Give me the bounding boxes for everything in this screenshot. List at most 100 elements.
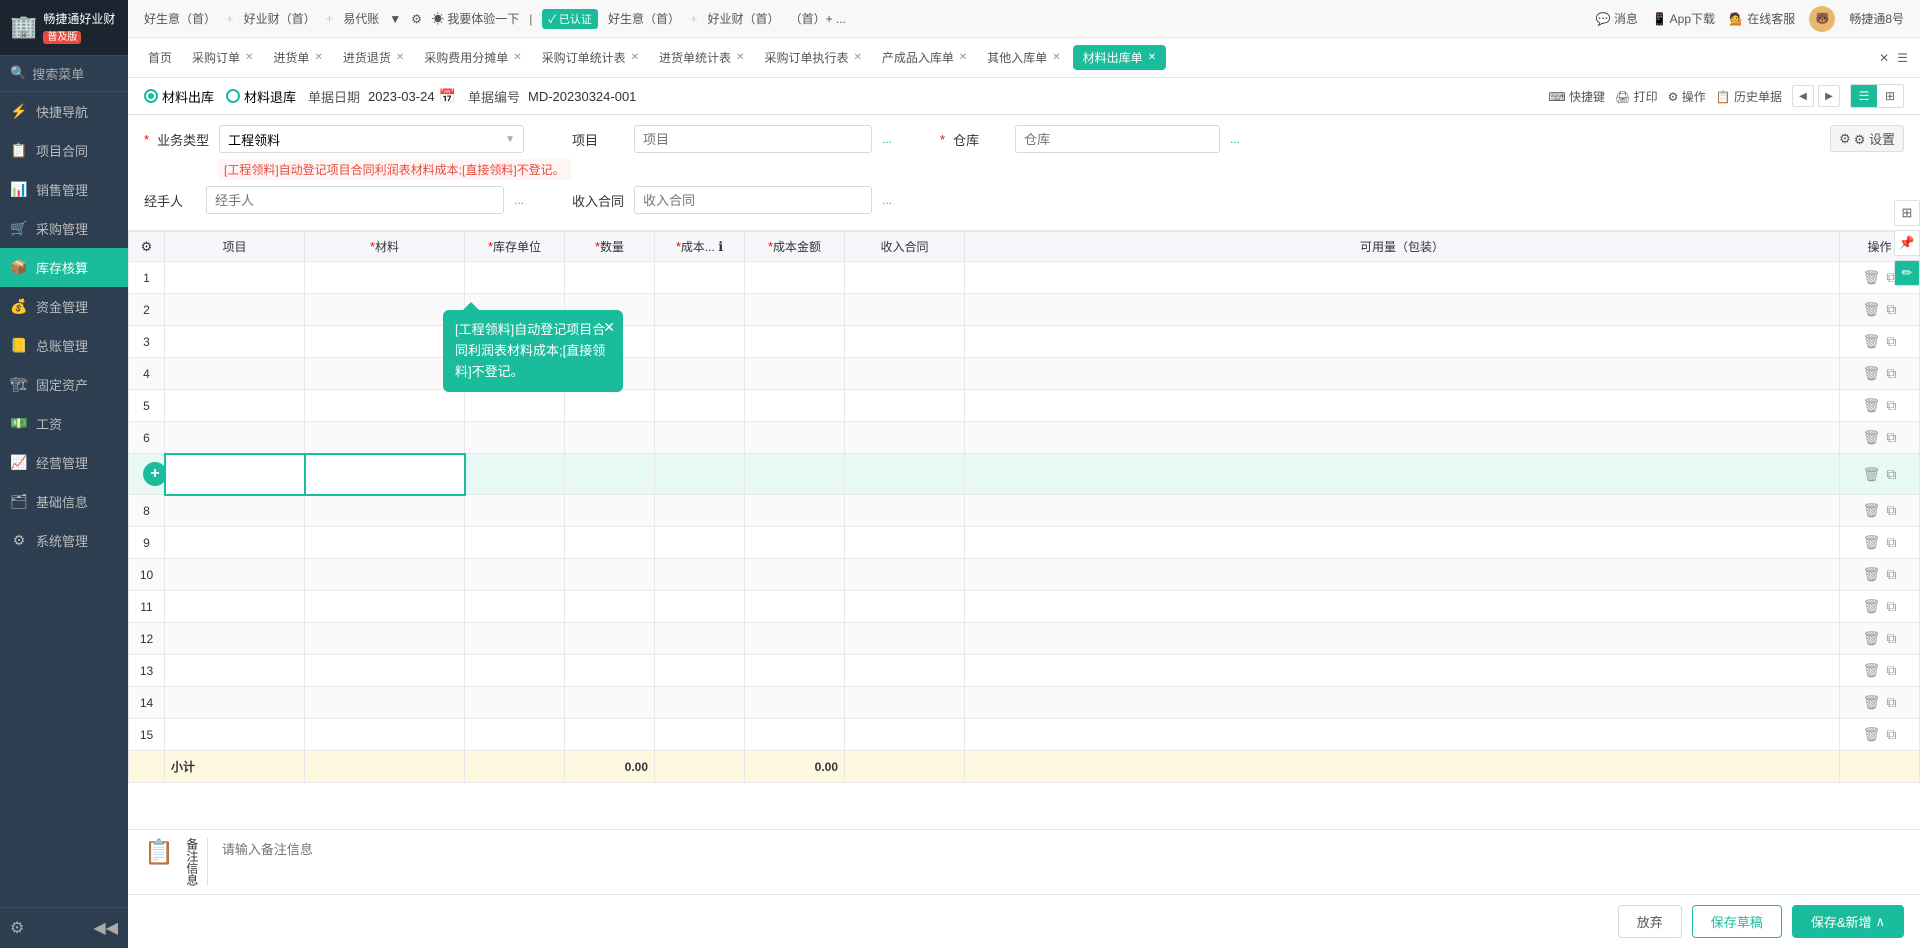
topnav-haoshenyi2[interactable]: 好生意（首） [608,10,680,27]
topnav-trial[interactable]: ☀ 我要体验一下 [432,10,519,27]
calendar-icon[interactable]: 📅 [439,88,456,105]
topnav-yidaizhang[interactable]: 易代账 [343,10,379,27]
cell-cost[interactable] [655,326,745,358]
cell-cost[interactable] [655,294,745,326]
cell-cost-amount[interactable] [745,527,845,559]
prev-btn[interactable]: ◀ [1792,85,1814,107]
topnav-dropdown-arrow[interactable]: ▼ [389,12,401,26]
cell-qty[interactable] [565,687,655,719]
cell-qty[interactable] [565,591,655,623]
handler-dots[interactable]: ... [514,193,524,207]
tab-material-out[interactable]: 材料出库单 ✕ [1073,45,1166,70]
radio-material-return[interactable]: 材料退库 [226,87,296,106]
table-gear-icon[interactable]: ⚙ [141,239,153,254]
project-input[interactable] [634,125,872,153]
cell-cost[interactable] [655,591,745,623]
sidebar-item-assets[interactable]: 🏗 固定资产 [0,365,128,404]
cell-qty[interactable] [565,390,655,422]
cell-material[interactable] [305,591,465,623]
cell-project[interactable] [165,422,305,454]
tab-close-material-out[interactable]: ✕ [1148,52,1156,63]
warehouse-dots[interactable]: ... [1230,132,1240,146]
tab-purchase-stats[interactable]: 采购订单统计表 ✕ [534,45,647,70]
delete-row-btn[interactable]: 🗑 [1863,429,1881,445]
radio-material-out[interactable]: 材料出库 [144,87,214,106]
cell-project[interactable] [165,559,305,591]
cell-project[interactable] [165,527,305,559]
right-tool-edit[interactable]: ✏ [1894,260,1920,286]
sidebar-item-ledger[interactable]: 📒 总账管理 [0,326,128,365]
business-type-select[interactable]: 工程领料 ▼ [219,125,524,153]
history-btn[interactable]: 📋 历史单据 [1716,88,1782,105]
close-tab-btn[interactable]: ✕ [1879,51,1889,65]
cell-qty-active[interactable] [565,454,655,495]
tab-other-in[interactable]: 其他入库单 ✕ [979,45,1068,70]
tab-close-purchase-fee[interactable]: ✕ [513,52,521,63]
cell-cost-active[interactable] [655,454,745,495]
view-list-btn[interactable]: ☰ [1851,85,1877,107]
cell-unit[interactable] [465,719,565,751]
settings-icon[interactable]: ⚙ [10,918,24,938]
sidebar-item-contract[interactable]: 📋 项目合同 [0,131,128,170]
cell-material-active[interactable] [305,454,465,495]
cell-material[interactable] [305,495,465,527]
add-row-btn[interactable]: + [143,462,167,486]
sidebar-item-salary[interactable]: 💵 工资 [0,404,128,443]
cell-contract[interactable] [845,527,965,559]
income-contract-dots[interactable]: ... [882,193,892,207]
cell-cost[interactable] [655,422,745,454]
project-dots[interactable]: ... [882,132,892,146]
sidebar-item-sales[interactable]: 📊 销售管理 [0,170,128,209]
copy-row-btn[interactable]: ⧉ [1886,466,1896,482]
cell-contract[interactable] [845,390,965,422]
tab-purchase-bill-stats[interactable]: 进货单统计表 ✕ [651,45,752,70]
cell-contract[interactable] [845,655,965,687]
sidebar-item-management[interactable]: 📈 经营管理 [0,443,128,482]
save-draft-button[interactable]: 保存草稿 [1692,905,1782,938]
cell-cost[interactable] [655,495,745,527]
tab-close-purchase-stats[interactable]: ✕ [631,52,639,63]
cell-unit[interactable] [465,559,565,591]
sidebar-item-finance[interactable]: 💰 资金管理 [0,287,128,326]
tooltip-close-btn[interactable]: ✕ [603,316,615,338]
cell-qty[interactable] [565,559,655,591]
cell-material[interactable] [305,719,465,751]
tab-close-purchase-return[interactable]: ✕ [396,52,404,63]
cell-material[interactable] [305,559,465,591]
copy-row-btn[interactable]: ⧉ [1886,566,1896,582]
cell-available[interactable] [965,527,1840,559]
cell-cost[interactable] [655,687,745,719]
tab-home[interactable]: 首页 [140,45,180,70]
cell-cost-amount[interactable] [745,422,845,454]
cell-cost[interactable] [655,527,745,559]
delete-row-btn[interactable]: 🗑 [1863,301,1881,317]
discard-button[interactable]: 放弃 [1618,905,1682,938]
cell-contract[interactable] [845,687,965,719]
cell-qty[interactable] [565,527,655,559]
delete-row-btn[interactable]: 🗑 [1863,566,1881,582]
cell-material[interactable] [305,358,465,390]
next-btn[interactable]: ▶ [1818,85,1840,107]
cell-unit[interactable] [465,495,565,527]
delete-row-btn[interactable]: 🗑 [1863,694,1881,710]
cell-available[interactable] [965,655,1840,687]
view-grid-btn[interactable]: ⊞ [1877,85,1903,107]
cell-project[interactable] [165,495,305,527]
copy-row-btn[interactable]: ⧉ [1886,598,1896,614]
cell-contract-active[interactable] [845,454,965,495]
cell-available[interactable] [965,687,1840,719]
cell-project[interactable] [165,326,305,358]
collapse-icon[interactable]: ◀◀ [93,918,118,938]
copy-row-btn[interactable]: ⧉ [1886,333,1896,349]
topnav-certified[interactable]: ✓ 已认证 [542,9,598,29]
copy-row-btn[interactable]: ⧉ [1886,726,1896,742]
user-avatar[interactable]: 🐻 [1809,6,1835,32]
topnav-haoyecai1[interactable]: 好业财（首） [244,10,316,27]
active-project-input[interactable] [172,467,298,482]
cell-available[interactable] [965,591,1840,623]
cell-cost[interactable] [655,390,745,422]
cell-material[interactable] [305,687,465,719]
tab-close-purchase-order[interactable]: ✕ [245,52,253,63]
sidebar-item-nav[interactable]: ⚡ 快捷导航 [0,92,128,131]
delete-row-btn[interactable]: 🗑 [1863,502,1881,518]
